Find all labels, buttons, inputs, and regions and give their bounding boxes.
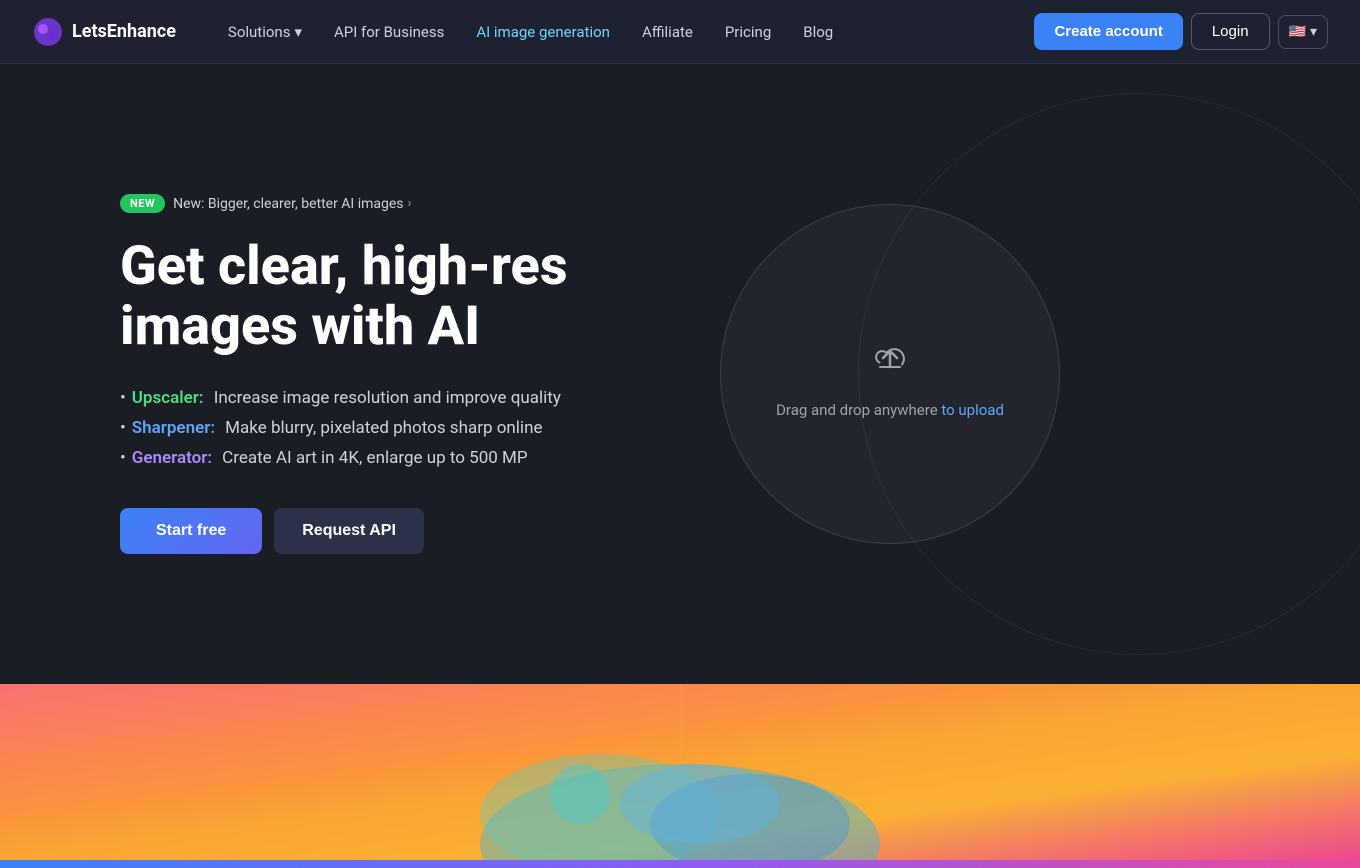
- nav-api-business[interactable]: API for Business: [322, 15, 456, 49]
- preview-image-section: [0, 684, 1360, 860]
- feature-sharpener-label: Sharpener:: [132, 418, 215, 438]
- preview-image-bg: [0, 684, 1360, 860]
- hero-buttons: Start free Request API: [120, 508, 700, 554]
- start-free-button[interactable]: Start free: [120, 508, 262, 554]
- upload-dropzone[interactable]: Drag and drop anywhere to upload: [720, 204, 1060, 544]
- nav-blog[interactable]: Blog: [791, 15, 845, 49]
- logo-text: LetsEnhance: [72, 21, 176, 42]
- request-api-button[interactable]: Request API: [274, 508, 424, 554]
- upload-text: Drag and drop anywhere to upload: [776, 401, 1004, 419]
- feature-generator-label: Generator:: [132, 448, 212, 468]
- feature-generator-text: Create AI art in 4K, enlarge up to 500 M…: [218, 448, 528, 468]
- hero-right: Drag and drop anywhere to upload: [700, 204, 1080, 544]
- feature-sharpener-text: Make blurry, pixelated photos sharp onli…: [221, 418, 543, 438]
- nav-right: Create account Login 🇺🇸 ▾: [1034, 13, 1328, 50]
- chevron-right-icon: ›: [408, 196, 412, 211]
- upload-link[interactable]: to upload: [941, 401, 1004, 419]
- hero-features: Upscaler: Increase image resolution and …: [120, 388, 700, 468]
- flag-icon: 🇺🇸: [1289, 24, 1306, 40]
- feature-upscaler: Upscaler: Increase image resolution and …: [120, 388, 700, 408]
- upload-cloud-icon: [862, 329, 918, 385]
- hero-title: Get clear, high-res images with AI: [120, 237, 700, 356]
- navbar: LetsEnhance Solutions ▾ API for Business…: [0, 0, 1360, 64]
- lang-chevron-icon: ▾: [1310, 24, 1317, 40]
- hero-section: NEW New: Bigger, clearer, better AI imag…: [0, 64, 1360, 684]
- nav-ai-image[interactable]: AI image generation: [464, 15, 622, 49]
- hero-left: NEW New: Bigger, clearer, better AI imag…: [120, 194, 700, 554]
- logo-icon: [32, 16, 64, 48]
- create-account-button[interactable]: Create account: [1034, 13, 1182, 50]
- feature-sharpener: Sharpener: Make blurry, pixelated photos…: [120, 418, 700, 438]
- chevron-down-icon: ▾: [294, 23, 302, 41]
- nav-pricing[interactable]: Pricing: [713, 15, 783, 49]
- badge-row: NEW New: Bigger, clearer, better AI imag…: [120, 194, 700, 213]
- nav-affiliate[interactable]: Affiliate: [630, 15, 705, 49]
- feature-upscaler-label: Upscaler:: [132, 388, 204, 408]
- feature-upscaler-text: Increase image resolution and improve qu…: [210, 388, 561, 408]
- badge-text: New: Bigger, clearer, better AI images ›: [173, 196, 411, 212]
- feature-generator: Generator: Create AI art in 4K, enlarge …: [120, 448, 700, 468]
- logo[interactable]: LetsEnhance: [32, 16, 176, 48]
- nav-solutions[interactable]: Solutions ▾: [216, 15, 314, 49]
- nav-links: Solutions ▾ API for Business AI image ge…: [216, 15, 845, 49]
- nav-left: LetsEnhance Solutions ▾ API for Business…: [32, 15, 845, 49]
- login-button[interactable]: Login: [1191, 13, 1270, 50]
- new-badge: NEW: [120, 194, 165, 213]
- footer-color-strip: [0, 860, 1360, 868]
- upload-icon: [862, 329, 918, 385]
- language-selector[interactable]: 🇺🇸 ▾: [1278, 15, 1328, 49]
